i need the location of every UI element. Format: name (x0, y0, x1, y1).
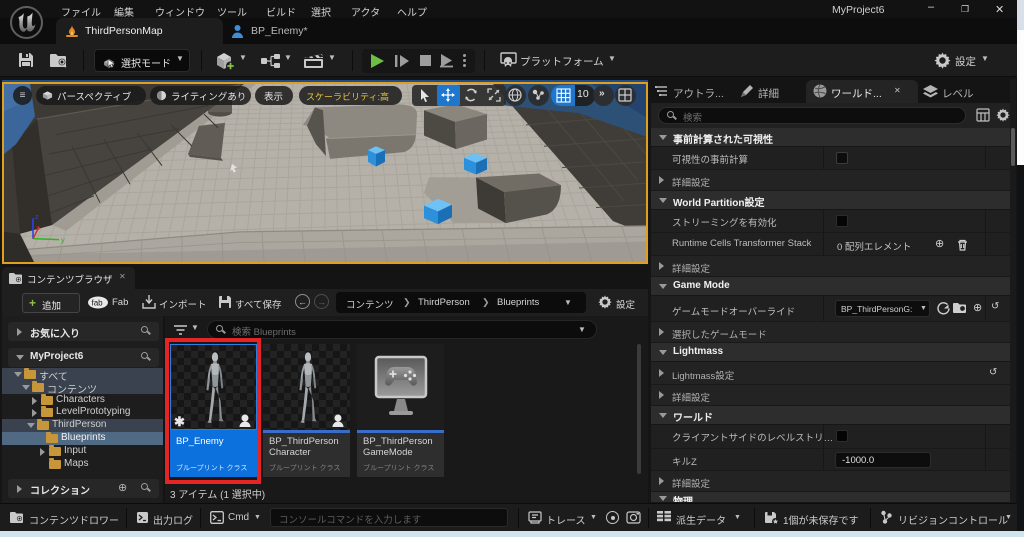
svg-text:y: y (61, 236, 65, 245)
svg-text:fab: fab (92, 299, 104, 308)
svg-text:x: x (36, 223, 40, 232)
svg-text:z: z (35, 212, 39, 221)
